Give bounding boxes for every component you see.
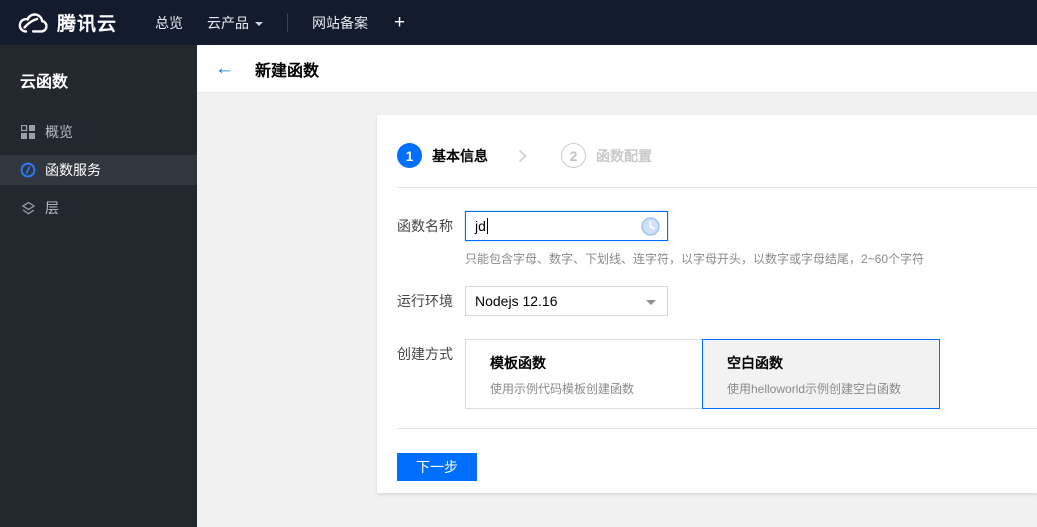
method-card-desc: 使用示例代码模板创建函数 (490, 382, 635, 396)
function-name-value: jd (475, 218, 486, 234)
method-card-blank[interactable]: 空白函数 使用helloworld示例创建空白函数 (702, 339, 940, 409)
function-name-input[interactable]: jd (465, 211, 668, 241)
step-basic-info: 1 基本信息 (397, 143, 488, 168)
method-card-title: 空白函数 (727, 355, 783, 371)
sidebar-item-label: 层 (45, 200, 59, 216)
content: ← 新建函数 1 基本信息 2 函数配置 函数名称 jd 只能包含字母、数字、下… (197, 45, 1037, 527)
create-function-form: 函数名称 jd 只能包含字母、数字、下划线、连字符，以字母开头，以数字或字母结尾… (377, 188, 1037, 409)
runtime-select[interactable]: Nodejs 12.16 (465, 286, 668, 316)
creation-method-label: 创建方式 (397, 346, 453, 362)
page-title: 新建函数 (255, 62, 320, 80)
topnav-products[interactable]: 云产品 (195, 0, 275, 45)
footer-divider (397, 428, 1037, 429)
sidebar-item-layers[interactable]: 层 (0, 193, 197, 223)
arrow-left-icon[interactable]: ← (215, 59, 234, 78)
topnav: 总览 云产品 网站备案 + (143, 0, 419, 45)
function-name-field-group: jd 只能包含字母、数字、下划线、连字符，以字母开头，以数字或字母结尾，2~60… (465, 211, 924, 267)
function-name-label: 函数名称 (397, 218, 453, 234)
step-2-label: 函数配置 (596, 147, 652, 164)
sidebar: 云函数 概览 函数服务 层 (0, 45, 197, 527)
text-cursor (486, 218, 488, 234)
topnav-icp-label: 网站备案 (312, 14, 369, 31)
dropdown-arrow-icon (646, 300, 656, 305)
topnav-overview[interactable]: 总览 (143, 0, 195, 45)
chevron-down-icon (255, 21, 264, 26)
function-name-hint: 只能包含字母、数字、下划线、连字符，以字母开头，以数字或字母结尾，2~60个字符 (465, 252, 925, 266)
method-card-desc: 使用helloworld示例创建空白函数 (727, 382, 902, 396)
sidebar-item-function-service[interactable]: 函数服务 (0, 155, 197, 185)
tencent-cloud-logo-icon (14, 11, 48, 34)
step-function-config: 2 函数配置 (561, 143, 652, 168)
topnav-products-label: 云产品 (207, 14, 250, 31)
scf-icon (20, 162, 36, 178)
sidebar-item-overview[interactable]: 概览 (0, 117, 197, 147)
runtime-row: 运行环境 Nodejs 12.16 (397, 286, 1037, 316)
step-2-number: 2 (561, 143, 586, 168)
function-name-row: 函数名称 jd 只能包含字母、数字、下划线、连字符，以字母开头，以数字或字母结尾… (397, 211, 1037, 267)
layers-icon (20, 200, 36, 216)
runtime-label: 运行环境 (397, 293, 453, 309)
page-header: ← 新建函数 (197, 45, 1037, 93)
topnav-icp[interactable]: 网站备案 (300, 0, 380, 45)
main-layout: 云函数 概览 函数服务 层 ← 新建函数 1 基本信息 2 函数配置 函数名称 … (0, 45, 1037, 527)
sidebar-menu: 概览 函数服务 层 (0, 117, 197, 223)
step-chevron-icon (518, 149, 527, 163)
runtime-selected-value: Nodejs 12.16 (475, 293, 558, 309)
add-tab-button[interactable]: + (380, 0, 419, 45)
method-card-template[interactable]: 模板函数 使用示例代码模板创建函数 (465, 339, 703, 409)
topbar: 腾讯云 总览 云产品 网站备案 + (0, 0, 1037, 45)
sidebar-title: 云函数 (20, 74, 69, 91)
step-1-number: 1 (397, 143, 422, 168)
next-step-button[interactable]: 下一步 (397, 453, 477, 481)
brand-name: 腾讯云 (57, 14, 118, 35)
grid-icon (20, 124, 36, 140)
creation-method-options: 模板函数 使用示例代码模板创建函数 空白函数 使用helloworld示例创建空… (465, 339, 940, 409)
clock-validating-icon (641, 217, 660, 241)
wizard-steps: 1 基本信息 2 函数配置 (377, 115, 1037, 168)
method-card-title: 模板函数 (490, 355, 546, 371)
brand[interactable]: 腾讯云 (14, 9, 117, 36)
topnav-overview-label: 总览 (155, 14, 184, 31)
create-function-card: 1 基本信息 2 函数配置 函数名称 jd 只能包含字母、数字、下划线、连字符，… (377, 115, 1037, 493)
creation-method-row: 创建方式 模板函数 使用示例代码模板创建函数 空白函数 使用helloworld… (397, 339, 1037, 409)
sidebar-item-label: 函数服务 (45, 162, 101, 178)
step-1-label: 基本信息 (432, 147, 488, 164)
topnav-divider (287, 13, 289, 32)
sidebar-item-label: 概览 (45, 124, 73, 140)
